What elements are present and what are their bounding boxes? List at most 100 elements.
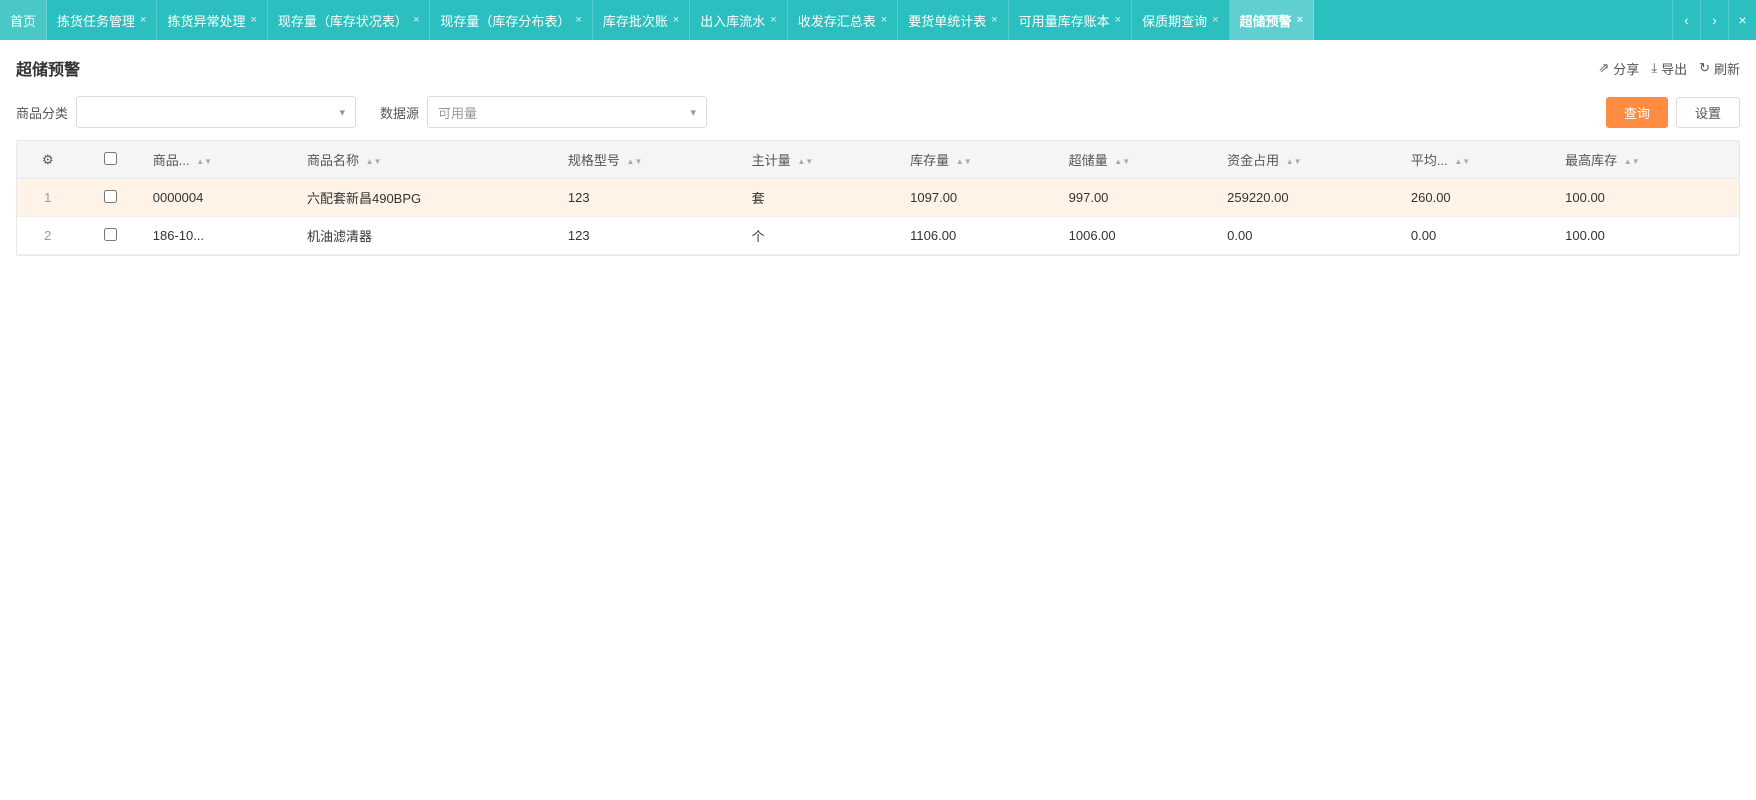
nav-close-2[interactable]: × <box>250 14 256 26</box>
col-stock-sort: ▲▼ <box>956 158 972 166</box>
export-icon: ⤓ <box>1651 60 1657 76</box>
settings-button[interactable]: 设置 <box>1676 97 1740 128</box>
nav-close-10[interactable]: × <box>1212 14 1218 26</box>
col-code[interactable]: 商品... ▲▼ <box>143 141 297 179</box>
col-max-stock[interactable]: 最高库存 ▲▼ <box>1555 141 1739 179</box>
row-name-0: 六配套新昌490BPG <box>297 179 558 217</box>
nav-prev-btn[interactable]: ‹ <box>1672 0 1700 40</box>
row-code-1: 186-10... <box>143 217 297 255</box>
nav-item-home-label: 首页 <box>10 11 36 30</box>
nav-close-5[interactable]: × <box>673 14 679 26</box>
col-name-sort: ▲▼ <box>366 158 382 166</box>
nav-item-1[interactable]: 拣货任务管理 × <box>47 0 157 40</box>
nav-item-4[interactable]: 现存量（库存分布表） × <box>430 0 592 40</box>
nav-item-2[interactable]: 拣货异常处理 × <box>157 0 267 40</box>
table-header-row: ⚙ 商品... ▲▼ 商品名称 ▲▼ 规格型号 ▲▼ <box>17 141 1739 179</box>
nav-close-11[interactable]: × <box>1297 14 1303 26</box>
datasource-label: 数据源 <box>380 103 419 122</box>
col-spec-sort: ▲▼ <box>627 158 643 166</box>
datasource-dropdown-icon: ▾ <box>691 106 697 119</box>
nav-close-4[interactable]: × <box>575 14 581 26</box>
row-capital-0: 259220.00 <box>1217 179 1401 217</box>
col-unit-label: 主计量 <box>752 153 791 168</box>
col-avg-sort: ▲▼ <box>1454 158 1470 166</box>
nav-arrows: ‹ › × <box>1672 0 1756 40</box>
row-checkbox-cell-1[interactable] <box>79 217 143 255</box>
nav-label-9: 可用量库存账本 <box>1019 11 1110 30</box>
col-overstock[interactable]: 超储量 ▲▼ <box>1059 141 1217 179</box>
filter-actions: 查询 设置 <box>1606 97 1740 128</box>
category-dropdown-icon: ▾ <box>339 106 345 119</box>
nav-label-7: 收发存汇总表 <box>798 11 876 30</box>
nav-item-10[interactable]: 保质期查询 × <box>1132 0 1229 40</box>
data-table-wrapper: ⚙ 商品... ▲▼ 商品名称 ▲▼ 规格型号 ▲▼ <box>16 140 1740 256</box>
col-gear[interactable]: ⚙ <box>17 141 79 179</box>
header-actions: ⇗ 分享 ⤓ 导出 ↻ 刷新 <box>1598 59 1740 78</box>
col-capital[interactable]: 资金占用 ▲▼ <box>1217 141 1401 179</box>
col-capital-label: 资金占用 <box>1227 153 1279 168</box>
col-name[interactable]: 商品名称 ▲▼ <box>297 141 558 179</box>
nav-close-all-btn[interactable]: × <box>1728 0 1756 40</box>
nav-item-8[interactable]: 要货单统计表 × <box>898 0 1008 40</box>
page-title: 超储预警 <box>16 56 1598 80</box>
select-all-checkbox[interactable] <box>104 152 117 165</box>
col-unit[interactable]: 主计量 ▲▼ <box>742 141 900 179</box>
col-checkbox-header[interactable] <box>79 141 143 179</box>
nav-item-6[interactable]: 出入库流水 × <box>690 0 787 40</box>
nav-close-6[interactable]: × <box>770 14 776 26</box>
row-checkbox-1[interactable] <box>104 228 117 241</box>
row-spec-0: 123 <box>558 179 742 217</box>
col-overstock-sort: ▲▼ <box>1114 158 1130 166</box>
nav-close-7[interactable]: × <box>881 14 887 26</box>
nav-bar: 首页 拣货任务管理 × 拣货异常处理 × 现存量（库存状况表） × 现存量（库存… <box>0 0 1756 40</box>
col-name-label: 商品名称 <box>307 153 359 168</box>
col-stock-label: 库存量 <box>910 153 949 168</box>
nav-close-3[interactable]: × <box>413 14 419 26</box>
row-checkbox-cell-0[interactable] <box>79 179 143 217</box>
refresh-button[interactable]: ↻ 刷新 <box>1699 59 1740 78</box>
refresh-icon: ↻ <box>1699 60 1710 76</box>
col-code-sort: ▲▼ <box>196 158 212 166</box>
nav-item-11[interactable]: 超储预警 × <box>1230 0 1314 40</box>
row-avg-1: 0.00 <box>1401 217 1555 255</box>
row-overstock-0: 997.00 <box>1059 179 1217 217</box>
row-unit-1: 个 <box>742 217 900 255</box>
col-stock[interactable]: 库存量 ▲▼ <box>900 141 1058 179</box>
nav-item-7[interactable]: 收发存汇总表 × <box>788 0 898 40</box>
row-max-stock-0: 100.00 <box>1555 179 1739 217</box>
nav-item-home[interactable]: 首页 <box>0 0 47 40</box>
col-spec[interactable]: 规格型号 ▲▼ <box>558 141 742 179</box>
category-select[interactable]: ▾ <box>76 96 356 128</box>
row-stock-0: 1097.00 <box>900 179 1058 217</box>
col-avg[interactable]: 平均... ▲▼ <box>1401 141 1555 179</box>
row-spec-1: 123 <box>558 217 742 255</box>
row-capital-1: 0.00 <box>1217 217 1401 255</box>
datasource-select[interactable]: 可用量 ▾ <box>427 96 707 128</box>
nav-item-5[interactable]: 库存批次账 × <box>593 0 690 40</box>
datasource-select-text: 可用量 <box>438 103 477 122</box>
row-checkbox-0[interactable] <box>104 190 117 203</box>
nav-label-3: 现存量（库存状况表） <box>278 11 408 30</box>
page-header: 超储预警 ⇗ 分享 ⤓ 导出 ↻ 刷新 <box>16 56 1740 80</box>
row-overstock-1: 1006.00 <box>1059 217 1217 255</box>
nav-item-3[interactable]: 现存量（库存状况表） × <box>268 0 430 40</box>
nav-label-6: 出入库流水 <box>700 11 765 30</box>
col-max-stock-label: 最高库存 <box>1565 153 1617 168</box>
gear-icon: ⚙ <box>42 152 54 167</box>
query-button[interactable]: 查询 <box>1606 97 1668 128</box>
nav-label-5: 库存批次账 <box>603 11 668 30</box>
category-label: 商品分类 <box>16 103 68 122</box>
row-name-1: 机油滤清器 <box>297 217 558 255</box>
nav-close-9[interactable]: × <box>1115 14 1121 26</box>
row-avg-0: 260.00 <box>1401 179 1555 217</box>
export-button[interactable]: ⤓ 导出 <box>1651 59 1687 78</box>
nav-next-btn[interactable]: › <box>1700 0 1728 40</box>
nav-label-10: 保质期查询 <box>1142 11 1207 30</box>
row-code-0: 0000004 <box>143 179 297 217</box>
share-button[interactable]: ⇗ 分享 <box>1598 59 1639 78</box>
nav-close-8[interactable]: × <box>991 14 997 26</box>
nav-item-9[interactable]: 可用量库存账本 × <box>1009 0 1132 40</box>
row-stock-1: 1106.00 <box>900 217 1058 255</box>
nav-close-1[interactable]: × <box>140 14 146 26</box>
table-row: 1 0000004 六配套新昌490BPG 123 套 1097.00 997.… <box>17 179 1739 217</box>
